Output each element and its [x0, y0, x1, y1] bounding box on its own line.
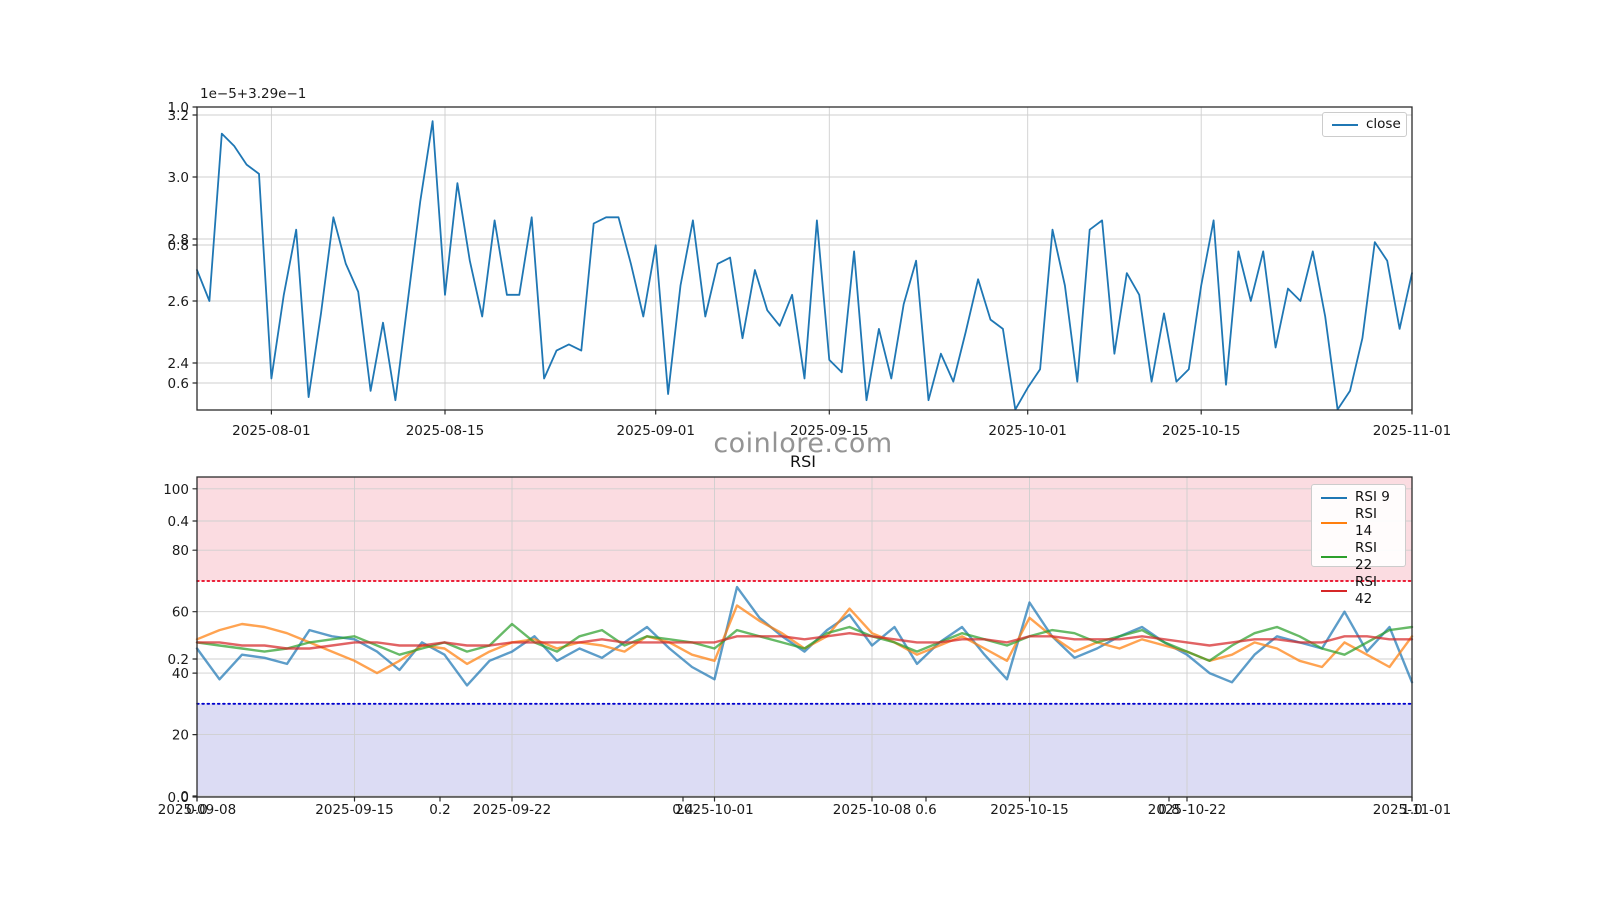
- ghost-x-tick-label: 0.6: [915, 802, 936, 818]
- rsi-legend: RSI 9 RSI 14 RSI 22 RSI 42: [1311, 484, 1406, 607]
- ghost-y-tick-label: 0.6: [168, 376, 189, 392]
- ghost-x-tick-label: 0.4: [672, 802, 693, 818]
- rsi-x-tick-label: 2025-10-08: [833, 802, 911, 818]
- ghost-y-tick-label: 0.8: [168, 238, 189, 254]
- price-legend: close: [1322, 112, 1407, 137]
- rsi-y-tick-label: 40: [172, 666, 189, 682]
- ghost-x-tick-label: 0.0: [186, 802, 207, 818]
- rsi-overbought-band: [197, 477, 1412, 581]
- legend-label-rsi9: RSI 9: [1355, 489, 1390, 505]
- rsi42-line-swatch: [1321, 590, 1347, 592]
- ghost-y-tick-label: 1.0: [168, 100, 189, 116]
- price-y-tick-label: 2.6: [168, 294, 189, 310]
- ghost-y-tick-label: 0.2: [168, 652, 189, 668]
- price-x-tick-label: 2025-08-01: [232, 423, 310, 439]
- rsi-x-tick-label: 2025-10-15: [990, 802, 1068, 818]
- y-axis-offset-text: 1e−5+3.29e−1: [200, 86, 307, 102]
- close-line: [196, 120, 1413, 411]
- ghost-x-tick-label: 0.8: [1158, 802, 1179, 818]
- price-x-tick-label: 2025-11-01: [1373, 423, 1451, 439]
- ghost-x-tick-label: 0.2: [429, 802, 450, 818]
- rsi-y-tick-label: 100: [163, 482, 189, 498]
- ghost-y-tick-label: 0.4: [168, 514, 189, 530]
- legend-label-rsi14: RSI 14: [1355, 506, 1377, 539]
- price-y-tick-label: 2.4: [168, 356, 189, 372]
- price-x-tick-label: 2025-10-15: [1162, 423, 1240, 439]
- rsi14-line-swatch: [1321, 522, 1347, 524]
- legend-label-rsi42: RSI 42: [1355, 574, 1377, 607]
- legend-label-rsi22: RSI 22: [1355, 540, 1377, 573]
- close-line-swatch: [1332, 123, 1358, 126]
- rsi-x-tick-label: 2025-09-22: [473, 802, 551, 818]
- ghost-x-tick-label: 1.0: [1401, 802, 1422, 818]
- rsi-y-tick-label: 80: [172, 543, 189, 559]
- rsi-y-tick-label: 20: [172, 728, 189, 744]
- price-y-tick-label: 3.0: [168, 170, 189, 186]
- rsi22-line-swatch: [1321, 556, 1347, 558]
- legend-label-close: close: [1366, 116, 1401, 132]
- rsi-x-tick-label: 2025-09-15: [315, 802, 393, 818]
- figure: 2025-08-01 2025-08-15 2025-09-01 2025-09-15…: [0, 0, 1600, 900]
- rsi-oversold-band: [197, 703, 1412, 796]
- rsi-chart-title: RSI: [790, 452, 816, 471]
- rsi-y-tick-label: 60: [172, 605, 189, 621]
- price-x-tick-label: 2025-08-15: [406, 423, 484, 439]
- rsi9-line-swatch: [1321, 496, 1347, 499]
- price-axes-frame: [196, 106, 1413, 411]
